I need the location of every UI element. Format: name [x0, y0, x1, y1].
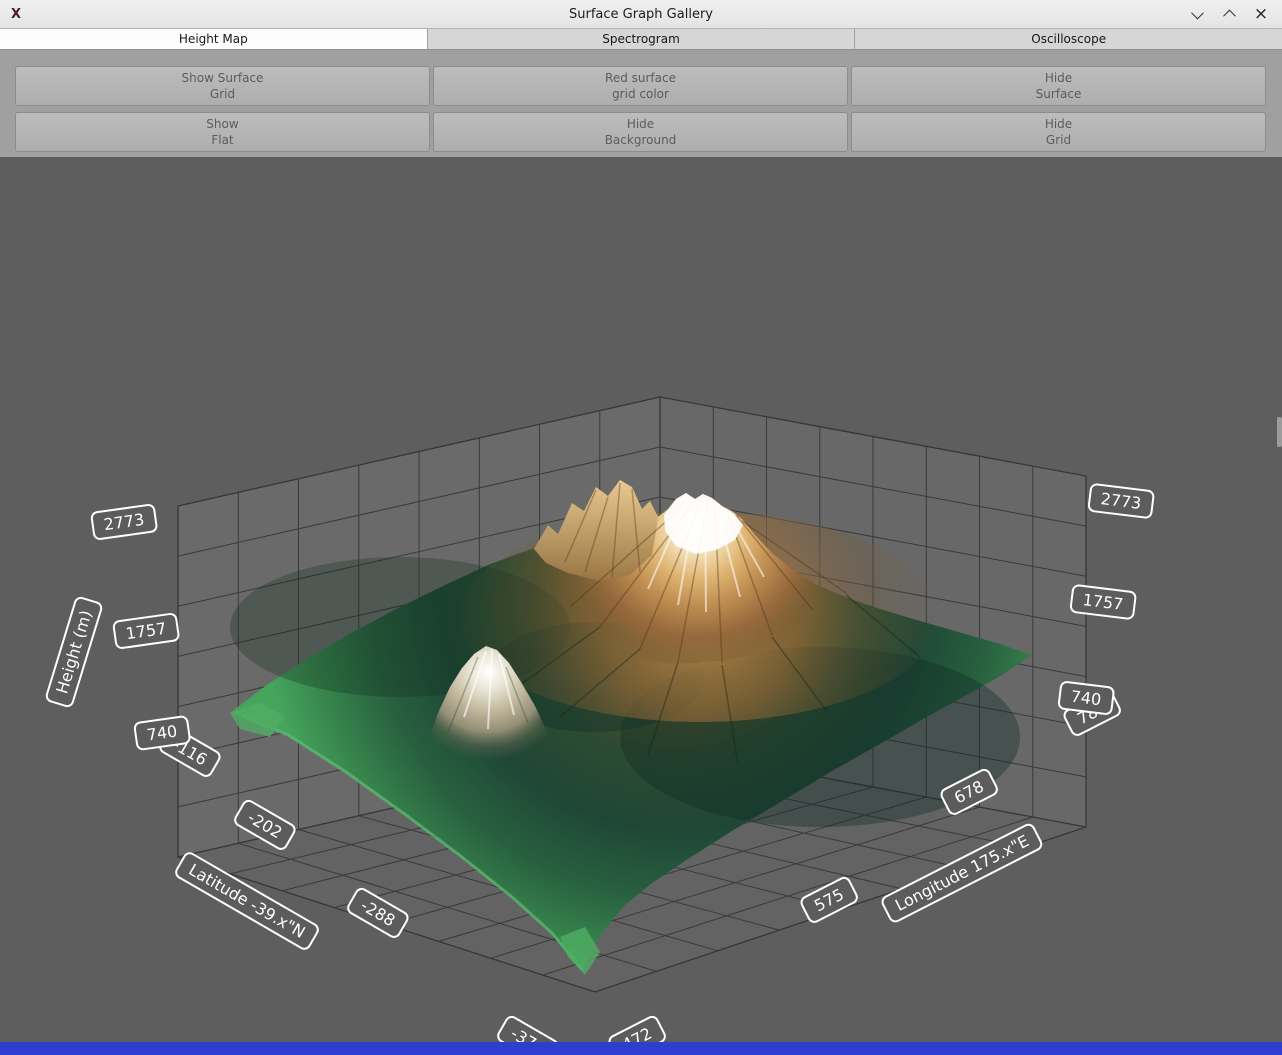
hide-background-button[interactable]: Hide Background	[433, 112, 848, 152]
tab-bar: Height Map Spectrogram Oscilloscope	[0, 29, 1282, 50]
tab-height-map[interactable]: Height Map	[0, 29, 428, 49]
longitude-axis-tick: 472	[606, 1014, 668, 1042]
show-flat-button[interactable]: Show Flat	[15, 112, 430, 152]
plot-box	[178, 397, 1086, 992]
hide-grid-button[interactable]: Hide Grid	[851, 112, 1266, 152]
main-mountain	[538, 480, 822, 663]
height-axis-tick-right: 2773	[1087, 483, 1155, 520]
show-surface-grid-button[interactable]: Show Surface Grid	[15, 66, 430, 106]
bottom-bar	[0, 1042, 1282, 1055]
titlebar: X Surface Graph Gallery ×	[0, 0, 1282, 29]
small-mountain-snow-streaks	[464, 649, 514, 729]
app-icon: X	[8, 7, 24, 22]
left-wall-grid	[178, 411, 660, 844]
toolbar: Show Surface Grid Red surface grid color…	[0, 50, 1282, 157]
chevron-down-icon	[1191, 6, 1204, 19]
tab-oscilloscope[interactable]: Oscilloscope	[855, 29, 1282, 49]
maximize-button[interactable]	[1220, 5, 1238, 23]
lowland-gullies	[520, 595, 920, 765]
snow-cap	[664, 493, 743, 554]
longitude-axis-tick: 575	[798, 875, 860, 926]
latitude-axis-tick: -202	[232, 797, 299, 852]
ridge-gullies	[565, 483, 640, 577]
scrollbar-thumb[interactable]	[1277, 417, 1282, 447]
small-mountain	[428, 646, 549, 765]
snow-streaks	[648, 498, 764, 612]
latitude-axis-tick: -288	[345, 885, 412, 940]
coast-patch-front	[560, 927, 600, 975]
latitude-axis-tick: -374	[495, 1013, 562, 1042]
box-edges	[178, 397, 1086, 992]
surface-3d-view[interactable]: -116 781 2773 1757 740 Height (m) 2773 1…	[0, 157, 1282, 1042]
mountain-skirt	[460, 512, 940, 722]
latitude-axis-title: Latitude -39.x"N	[173, 850, 322, 953]
tab-spectrogram[interactable]: Spectrogram	[428, 29, 856, 49]
back-left-wall	[178, 397, 660, 857]
longitude-axis-tick: 678	[938, 767, 1000, 818]
window-controls: ×	[1188, 5, 1282, 23]
height-axis-tick-left: 1757	[112, 612, 180, 650]
mountain-gullies	[570, 501, 846, 663]
shade-button[interactable]	[1188, 5, 1206, 23]
red-surface-grid-color-button[interactable]: Red surface grid color	[433, 66, 848, 106]
floor-grid	[230, 757, 1033, 975]
back-right-wall	[660, 397, 1086, 827]
terrain-valley	[485, 622, 705, 732]
app-window: X Surface Graph Gallery × Height Map Spe…	[0, 0, 1282, 1055]
small-mountain-gullies	[448, 657, 528, 732]
chevron-up-icon	[1223, 9, 1236, 22]
height-axis-tick-right: 1757	[1069, 584, 1137, 621]
longitude-axis-title: Longitude 175.x"E	[879, 821, 1045, 925]
window-title: Surface Graph Gallery	[0, 7, 1282, 22]
left-ridge	[534, 480, 658, 581]
height-axis-title: Height (m)	[44, 595, 104, 709]
coast-patch-left	[230, 702, 285, 737]
close-button[interactable]: ×	[1252, 5, 1270, 23]
terrain-shade-left	[230, 557, 570, 697]
height-axis-tick-left: 2773	[90, 503, 158, 541]
hide-surface-button[interactable]: Hide Surface	[851, 66, 1266, 106]
right-wall-grid	[660, 407, 1086, 817]
